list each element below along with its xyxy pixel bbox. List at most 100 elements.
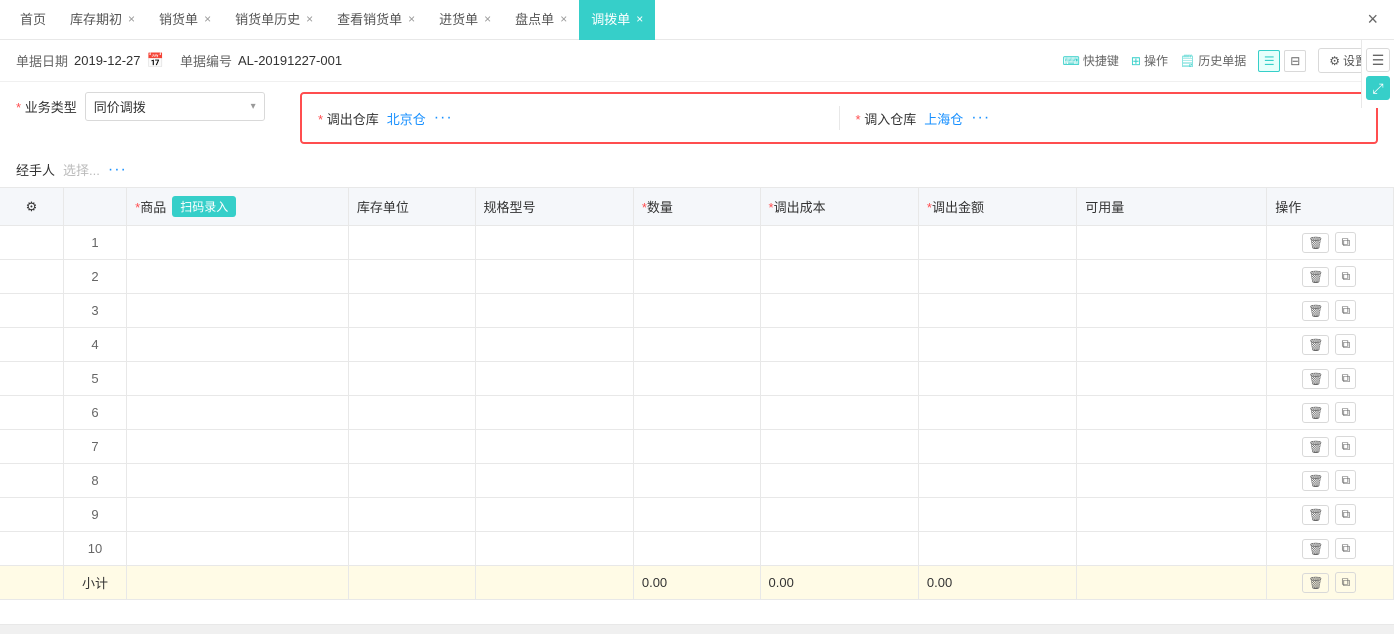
calendar-icon[interactable]: 📅 [147, 52, 164, 69]
copy-row-button[interactable]: ⧉ [1335, 300, 1356, 321]
unit-cell[interactable] [348, 498, 475, 532]
qty-cell[interactable] [633, 226, 760, 260]
spec-cell[interactable] [475, 362, 633, 396]
unit-cell[interactable] [348, 328, 475, 362]
delete-row-button[interactable]: 🗑 [1302, 471, 1329, 491]
amount-cell[interactable] [918, 532, 1076, 566]
tab-sales-history[interactable]: 销货单历史 × [223, 0, 325, 40]
cost-cell[interactable] [760, 294, 918, 328]
goods-cell[interactable] [127, 294, 349, 328]
right-panel-list-button[interactable]: ☰ [1366, 48, 1390, 72]
spec-cell[interactable] [475, 430, 633, 464]
amount-cell[interactable] [918, 396, 1076, 430]
close-icon[interactable]: × [560, 12, 567, 26]
close-icon[interactable]: × [484, 12, 491, 26]
amount-cell[interactable] [918, 294, 1076, 328]
cost-cell[interactable] [760, 362, 918, 396]
copy-row-button[interactable]: ⧉ [1335, 538, 1356, 559]
unit-cell[interactable] [348, 396, 475, 430]
delete-row-button[interactable]: 🗑 [1302, 335, 1329, 355]
unit-cell[interactable] [348, 362, 475, 396]
goods-cell[interactable] [127, 260, 349, 294]
delete-row-button[interactable]: 🗑 [1302, 403, 1329, 423]
business-type-select[interactable]: 同价调拨 ▾ [85, 92, 265, 121]
amount-cell[interactable] [918, 362, 1076, 396]
person-select[interactable]: 选择... [63, 160, 100, 179]
qty-cell[interactable] [633, 396, 760, 430]
spec-cell[interactable] [475, 396, 633, 430]
tab-transfer[interactable]: 调拨单 × [579, 0, 655, 40]
delete-row-button[interactable]: 🗑 [1302, 267, 1329, 287]
settings-column-header[interactable]: ⚙ [0, 188, 63, 226]
goods-cell[interactable] [127, 362, 349, 396]
delete-row-button[interactable]: 🗑 [1302, 369, 1329, 389]
unit-cell[interactable] [348, 430, 475, 464]
close-icon[interactable]: × [306, 12, 313, 26]
operation-button[interactable]: ⊞ 操作 [1131, 52, 1168, 69]
cost-cell[interactable] [760, 464, 918, 498]
copy-row-button[interactable]: ⧉ [1335, 470, 1356, 491]
qty-cell[interactable] [633, 532, 760, 566]
copy-row-button[interactable]: ⧉ [1335, 334, 1356, 355]
close-icon[interactable]: × [204, 12, 211, 26]
delete-row-button[interactable]: 🗑 [1302, 437, 1329, 457]
spec-cell[interactable] [475, 328, 633, 362]
spec-cell[interactable] [475, 464, 633, 498]
spec-cell[interactable] [475, 294, 633, 328]
cost-cell[interactable] [760, 498, 918, 532]
window-close-button[interactable]: × [1359, 9, 1386, 30]
horizontal-scrollbar[interactable] [0, 624, 1394, 634]
history-button[interactable]: 🗒 历史单据 [1180, 52, 1246, 69]
cost-cell[interactable] [760, 532, 918, 566]
warehouse-out-more-icon[interactable]: ··· [434, 109, 453, 127]
tab-view-sales[interactable]: 查看销货单 × [325, 0, 427, 40]
goods-cell[interactable] [127, 498, 349, 532]
close-icon[interactable]: × [128, 12, 135, 26]
scan-button[interactable]: 扫码录入 [172, 196, 236, 217]
person-more-icon[interactable]: ··· [108, 161, 127, 179]
delete-row-button[interactable]: 🗑 [1302, 301, 1329, 321]
right-panel-expand-button[interactable]: ⤢ [1366, 76, 1390, 100]
tab-purchase[interactable]: 进货单 × [427, 0, 503, 40]
copy-row-button[interactable]: ⧉ [1335, 266, 1356, 287]
goods-cell[interactable] [127, 396, 349, 430]
cost-cell[interactable] [760, 396, 918, 430]
amount-cell[interactable] [918, 226, 1076, 260]
qty-cell[interactable] [633, 430, 760, 464]
unit-cell[interactable] [348, 226, 475, 260]
goods-cell[interactable] [127, 226, 349, 260]
amount-cell[interactable] [918, 430, 1076, 464]
goods-cell[interactable] [127, 328, 349, 362]
delete-row-button[interactable]: 🗑 [1302, 505, 1329, 525]
shortcut-button[interactable]: ⌨ 快捷键 [1063, 52, 1119, 69]
amount-cell[interactable] [918, 260, 1076, 294]
goods-cell[interactable] [127, 532, 349, 566]
subtotal-copy-button[interactable]: ⧉ [1335, 572, 1356, 593]
cost-cell[interactable] [760, 430, 918, 464]
spec-cell[interactable] [475, 498, 633, 532]
unit-cell[interactable] [348, 294, 475, 328]
warehouse-out-value[interactable]: 北京仓 [387, 109, 426, 128]
tab-sales-order[interactable]: 销货单 × [147, 0, 223, 40]
close-icon[interactable]: × [636, 12, 643, 26]
amount-cell[interactable] [918, 498, 1076, 532]
amount-cell[interactable] [918, 328, 1076, 362]
layout-grid-icon[interactable]: ⊟ [1284, 50, 1306, 72]
qty-cell[interactable] [633, 464, 760, 498]
cost-cell[interactable] [760, 260, 918, 294]
delete-row-button[interactable]: 🗑 [1302, 233, 1329, 253]
qty-cell[interactable] [633, 498, 760, 532]
copy-row-button[interactable]: ⧉ [1335, 504, 1356, 525]
tab-home[interactable]: 首页 [8, 0, 58, 40]
qty-cell[interactable] [633, 362, 760, 396]
qty-cell[interactable] [633, 328, 760, 362]
amount-cell[interactable] [918, 464, 1076, 498]
spec-cell[interactable] [475, 260, 633, 294]
cost-cell[interactable] [760, 328, 918, 362]
delete-row-button[interactable]: 🗑 [1302, 539, 1329, 559]
qty-cell[interactable] [633, 294, 760, 328]
copy-row-button[interactable]: ⧉ [1335, 402, 1356, 423]
subtotal-delete-button[interactable]: 🗑 [1302, 573, 1329, 593]
copy-row-button[interactable]: ⧉ [1335, 368, 1356, 389]
goods-cell[interactable] [127, 464, 349, 498]
